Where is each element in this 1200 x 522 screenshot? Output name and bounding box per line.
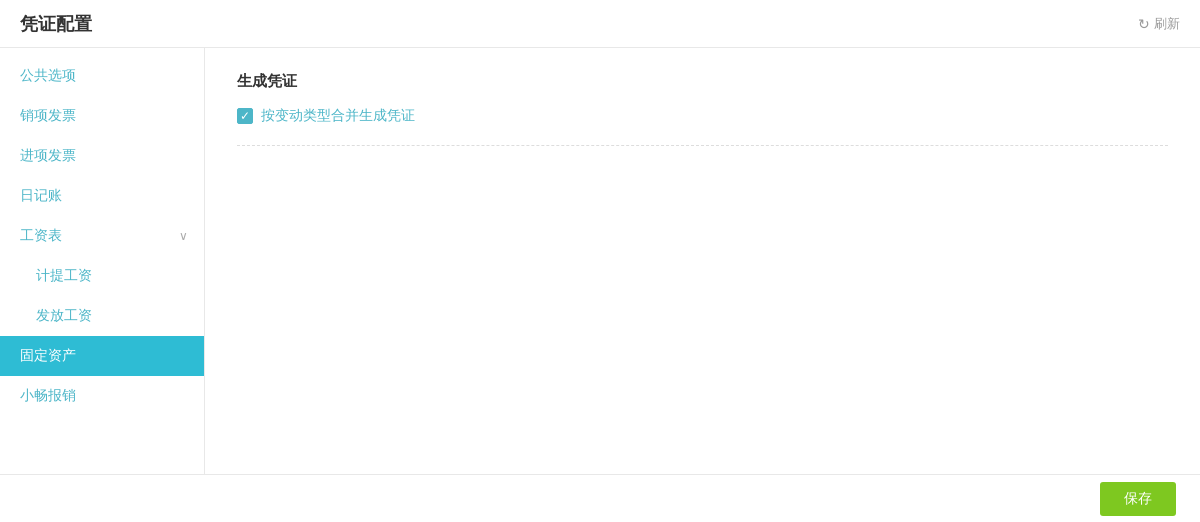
content-area: 生成凭证 按变动类型合并生成凭证: [205, 48, 1200, 474]
save-button[interactable]: 保存: [1100, 482, 1176, 516]
chevron-down-icon: ∨: [179, 229, 188, 243]
section-title: 生成凭证: [237, 72, 1168, 91]
section-divider: [237, 145, 1168, 146]
page-title: 凭证配置: [20, 12, 92, 36]
sidebar-item-release-payroll[interactable]: 发放工资: [0, 296, 204, 336]
merge-checkbox[interactable]: [237, 108, 253, 124]
sidebar-item-journal[interactable]: 日记账: [0, 176, 204, 216]
sidebar-item-accrual-payroll[interactable]: 计提工资: [0, 256, 204, 296]
refresh-label: 刷新: [1154, 15, 1180, 33]
sidebar-item-fixed-assets[interactable]: 固定资产: [0, 336, 204, 376]
sidebar-item-sales-invoice[interactable]: 销项发票: [0, 96, 204, 136]
sidebar-item-public-options[interactable]: 公共选项: [0, 56, 204, 96]
page-header: 凭证配置 ↻ 刷新: [0, 0, 1200, 48]
sidebar-item-expense-reimbursement[interactable]: 小畅报销: [0, 376, 204, 416]
checkbox-label[interactable]: 按变动类型合并生成凭证: [261, 107, 415, 125]
page-footer: 保存: [0, 474, 1200, 522]
sidebar-item-payroll-table[interactable]: 工资表∨: [0, 216, 204, 256]
sidebar: 公共选项销项发票进项发票日记账工资表∨计提工资发放工资固定资产小畅报销: [0, 48, 205, 474]
checkbox-row[interactable]: 按变动类型合并生成凭证: [237, 107, 1168, 125]
sidebar-item-purchase-invoice[interactable]: 进项发票: [0, 136, 204, 176]
refresh-button[interactable]: ↻ 刷新: [1138, 15, 1180, 33]
main-layout: 公共选项销项发票进项发票日记账工资表∨计提工资发放工资固定资产小畅报销 生成凭证…: [0, 48, 1200, 474]
refresh-icon: ↻: [1138, 16, 1150, 32]
